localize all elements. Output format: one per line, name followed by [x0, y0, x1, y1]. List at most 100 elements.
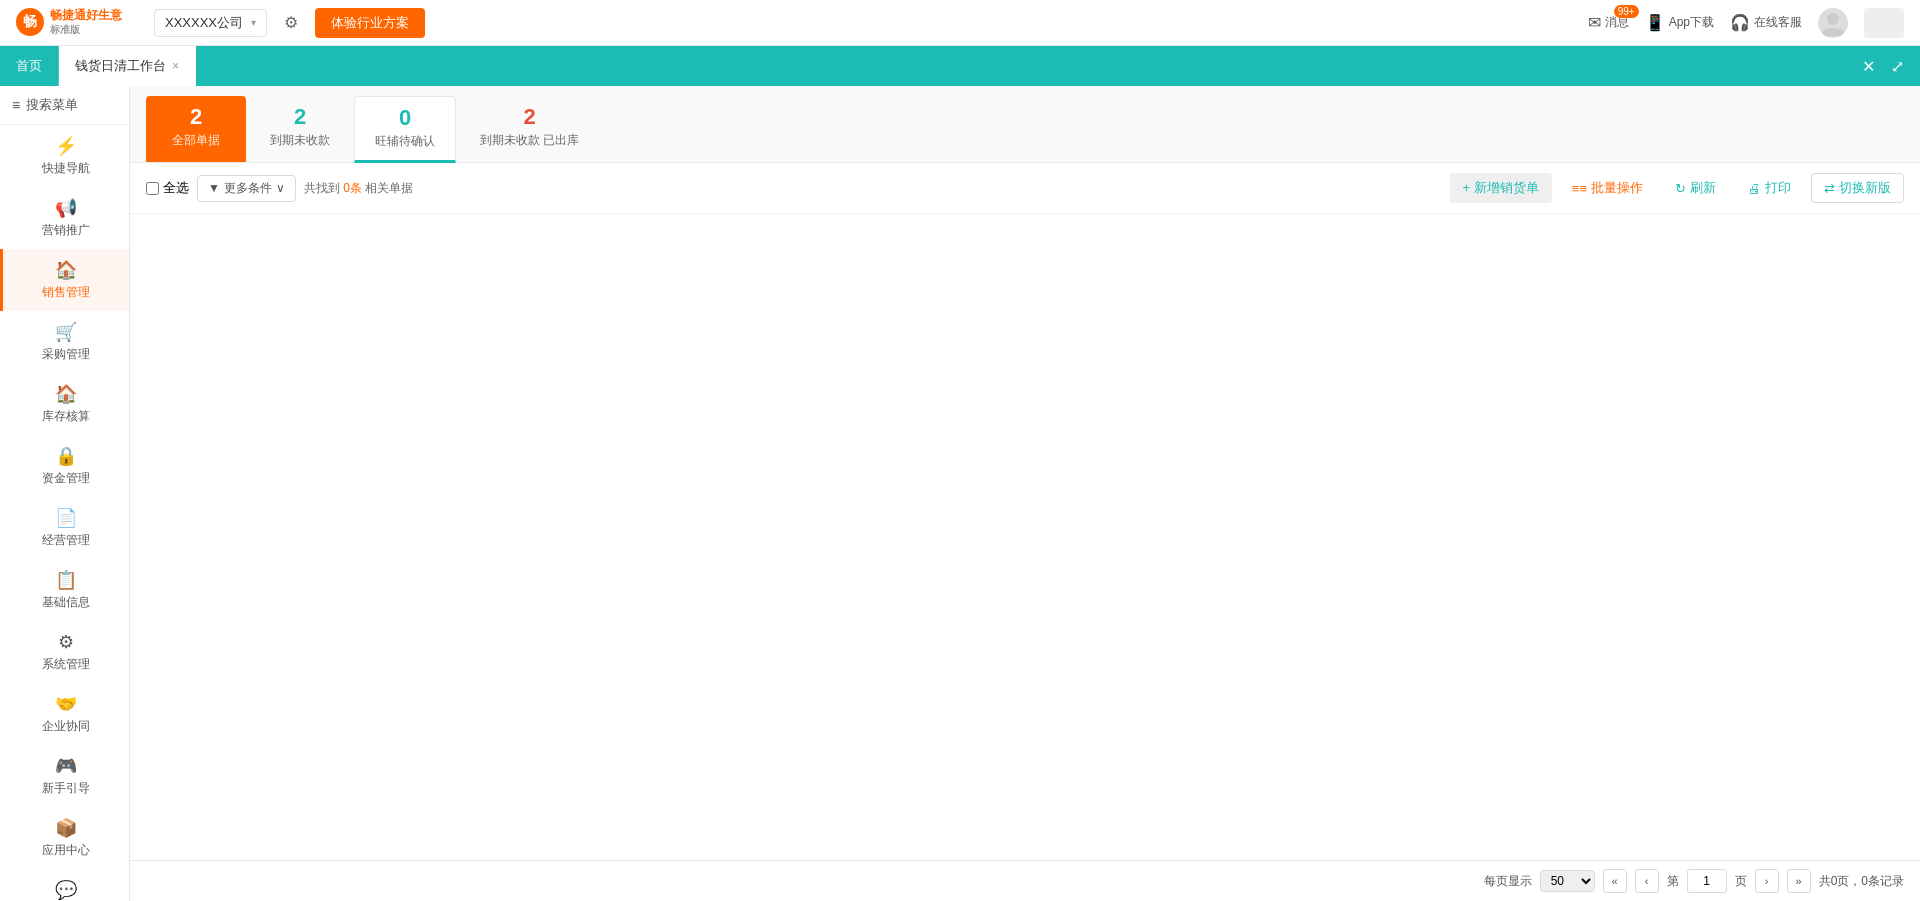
sidebar-item-operation[interactable]: 📄 经营管理: [0, 497, 129, 559]
print-label: 打印: [1765, 179, 1791, 197]
logo-area: 畅 畅捷通好生意 标准版: [16, 8, 146, 36]
select-all-input[interactable]: [146, 182, 159, 195]
chevron-down-icon: ▾: [251, 17, 256, 28]
sidebar-item-label: 应用中心: [42, 842, 90, 859]
online-service-label: 在线客服: [1754, 14, 1802, 31]
stat-tab-overdue[interactable]: 2 到期未收款: [250, 96, 350, 162]
logo-title: 畅捷通好生意: [50, 8, 122, 22]
service-icon: 🎧: [1730, 13, 1750, 32]
sidebar-item-inventory[interactable]: 🏠 库存核算: [0, 373, 129, 435]
select-all-label: 全选: [163, 179, 189, 197]
stat-label-wangwang: 旺辅待确认: [375, 133, 435, 150]
toolbar-right: + 新增销货单 ≡≡ 批量操作 ↻ 刷新 🖨 打印 ⇄ 切换新版: [1450, 173, 1904, 203]
batch-label: 批量操作: [1591, 179, 1643, 197]
tab-home-label: 首页: [16, 57, 42, 75]
pagination-bar: 每页显示 20 50 100 « ‹ 第 页 › » 共0页，0条记录: [130, 860, 1920, 901]
tab-close-icon[interactable]: ×: [172, 59, 179, 73]
search-icon: ≡: [12, 97, 20, 113]
stat-number-overdue: 2: [294, 104, 306, 130]
batch-icon: ≡≡: [1572, 181, 1587, 196]
stat-number-unshipped: 2: [524, 104, 536, 130]
stat-number-wangwang: 0: [399, 105, 411, 131]
wechat-icon: 💬: [55, 879, 77, 901]
app-download-action[interactable]: 📱 App下载: [1645, 13, 1714, 32]
top-header: 畅 畅捷通好生意 标准版 XXXXXX公司 ▾ ⚙ 体验行业方案 ✉ 消息 99…: [0, 0, 1920, 46]
select-all-checkbox[interactable]: 全选: [146, 179, 189, 197]
refresh-button[interactable]: ↻ 刷新: [1663, 174, 1728, 202]
logo-sub: 标准版: [50, 23, 122, 37]
sidebar-item-finance[interactable]: 🔒 资金管理: [0, 435, 129, 497]
sidebar-item-label: 采购管理: [42, 346, 90, 363]
found-text: 共找到 0条 相关单据: [304, 180, 413, 197]
page-size-select[interactable]: 20 50 100: [1540, 870, 1595, 892]
sidebar-item-label: 基础信息: [42, 594, 90, 611]
print-button[interactable]: 🖨 打印: [1736, 174, 1803, 202]
avatar[interactable]: [1818, 8, 1848, 38]
stat-tab-all[interactable]: 2 全部单据: [146, 96, 246, 162]
operation-icon: 📄: [55, 507, 77, 529]
found-prefix: 共找到: [304, 181, 340, 195]
online-service-action[interactable]: 🎧 在线客服: [1730, 13, 1802, 32]
table-area: [130, 214, 1920, 860]
sidebar-item-sales[interactable]: 🏠 销售管理: [0, 249, 129, 311]
page-number-input[interactable]: [1687, 869, 1727, 893]
sidebar-item-system[interactable]: ⚙ 系统管理: [0, 621, 129, 683]
company-name: XXXXXX公司: [165, 14, 243, 32]
experience-button[interactable]: 体验行业方案: [315, 8, 425, 38]
user-name-area[interactable]: [1864, 8, 1904, 38]
tab-close-all-button[interactable]: ✕: [1858, 53, 1879, 80]
filter-button[interactable]: ▼ 更多条件 ∨: [197, 175, 296, 202]
page-label-end: 页: [1735, 873, 1747, 890]
per-page-label: 每页显示: [1484, 873, 1532, 890]
tab-bar-actions: ✕ ⤢: [1858, 53, 1920, 80]
company-selector[interactable]: XXXXXX公司 ▾: [154, 9, 267, 37]
settings-button[interactable]: ⚙: [275, 7, 307, 39]
sidebar-item-label: 营销推广: [42, 222, 90, 239]
new-order-button[interactable]: + 新增销货单: [1450, 173, 1552, 203]
found-suffix: 相关单据: [365, 181, 413, 195]
guide-icon: 🎮: [55, 755, 77, 777]
message-action[interactable]: ✉ 消息 99+: [1588, 13, 1629, 32]
sidebar-item-quick-nav[interactable]: ⚡ 快捷导航: [0, 125, 129, 187]
sidebar-item-wechat[interactable]: 💬 企业微信: [0, 869, 129, 901]
header-right: ✉ 消息 99+ 📱 App下载 🎧 在线客服: [1588, 8, 1904, 38]
page-label: 第: [1667, 873, 1679, 890]
print-icon: 🖨: [1748, 181, 1761, 196]
finance-icon: 🔒: [55, 445, 77, 467]
stat-label-all: 全部单据: [172, 132, 220, 149]
sidebar-item-label: 企业协同: [42, 718, 90, 735]
search-menu-item[interactable]: ≡ 搜索菜单: [0, 86, 129, 125]
sidebar-item-label: 经营管理: [42, 532, 90, 549]
sidebar-item-guide[interactable]: 🎮 新手引导: [0, 745, 129, 807]
sidebar-item-basic[interactable]: 📋 基础信息: [0, 559, 129, 621]
main-layout: ≡ 搜索菜单 ⚡ 快捷导航 📢 营销推广 🏠 销售管理 🛒 采购管理 🏠 库存核…: [0, 86, 1920, 901]
stat-label-overdue: 到期未收款: [270, 132, 330, 149]
batch-button[interactable]: ≡≡ 批量操作: [1560, 174, 1655, 202]
tab-home[interactable]: 首页: [0, 46, 59, 86]
sidebar-item-app-center[interactable]: 📦 应用中心: [0, 807, 129, 869]
tab-maximize-button[interactable]: ⤢: [1887, 53, 1908, 80]
app-download-label: App下载: [1669, 14, 1714, 31]
filter-label: 更多条件: [224, 180, 272, 197]
search-menu-label: 搜索菜单: [26, 96, 78, 114]
switch-version-button[interactable]: ⇄ 切换新版: [1811, 173, 1904, 203]
sidebar-item-enterprise[interactable]: 🤝 企业协同: [0, 683, 129, 745]
system-icon: ⚙: [58, 631, 74, 653]
toolbar-left: 全选 ▼ 更多条件 ∨ 共找到 0条 相关单据: [146, 175, 1442, 202]
filter-icon: ▼: [208, 181, 220, 195]
first-page-button[interactable]: «: [1603, 869, 1627, 893]
sidebar: ≡ 搜索菜单 ⚡ 快捷导航 📢 营销推广 🏠 销售管理 🛒 采购管理 🏠 库存核…: [0, 86, 130, 901]
last-page-button[interactable]: »: [1787, 869, 1811, 893]
stat-tab-unshipped[interactable]: 2 到期未收款 已出库: [460, 96, 599, 162]
prev-page-button[interactable]: ‹: [1635, 869, 1659, 893]
tab-work[interactable]: 钱货日清工作台 ×: [59, 46, 196, 86]
switch-icon: ⇄: [1824, 181, 1835, 196]
refresh-label: 刷新: [1690, 179, 1716, 197]
sidebar-item-label: 资金管理: [42, 470, 90, 487]
sidebar-item-label: 快捷导航: [42, 160, 90, 177]
message-badge: 99+: [1614, 5, 1639, 18]
stat-tab-wangwang[interactable]: 0 旺辅待确认: [354, 96, 456, 163]
next-page-button[interactable]: ›: [1755, 869, 1779, 893]
sidebar-item-purchase[interactable]: 🛒 采购管理: [0, 311, 129, 373]
sidebar-item-marketing[interactable]: 📢 营销推广: [0, 187, 129, 249]
